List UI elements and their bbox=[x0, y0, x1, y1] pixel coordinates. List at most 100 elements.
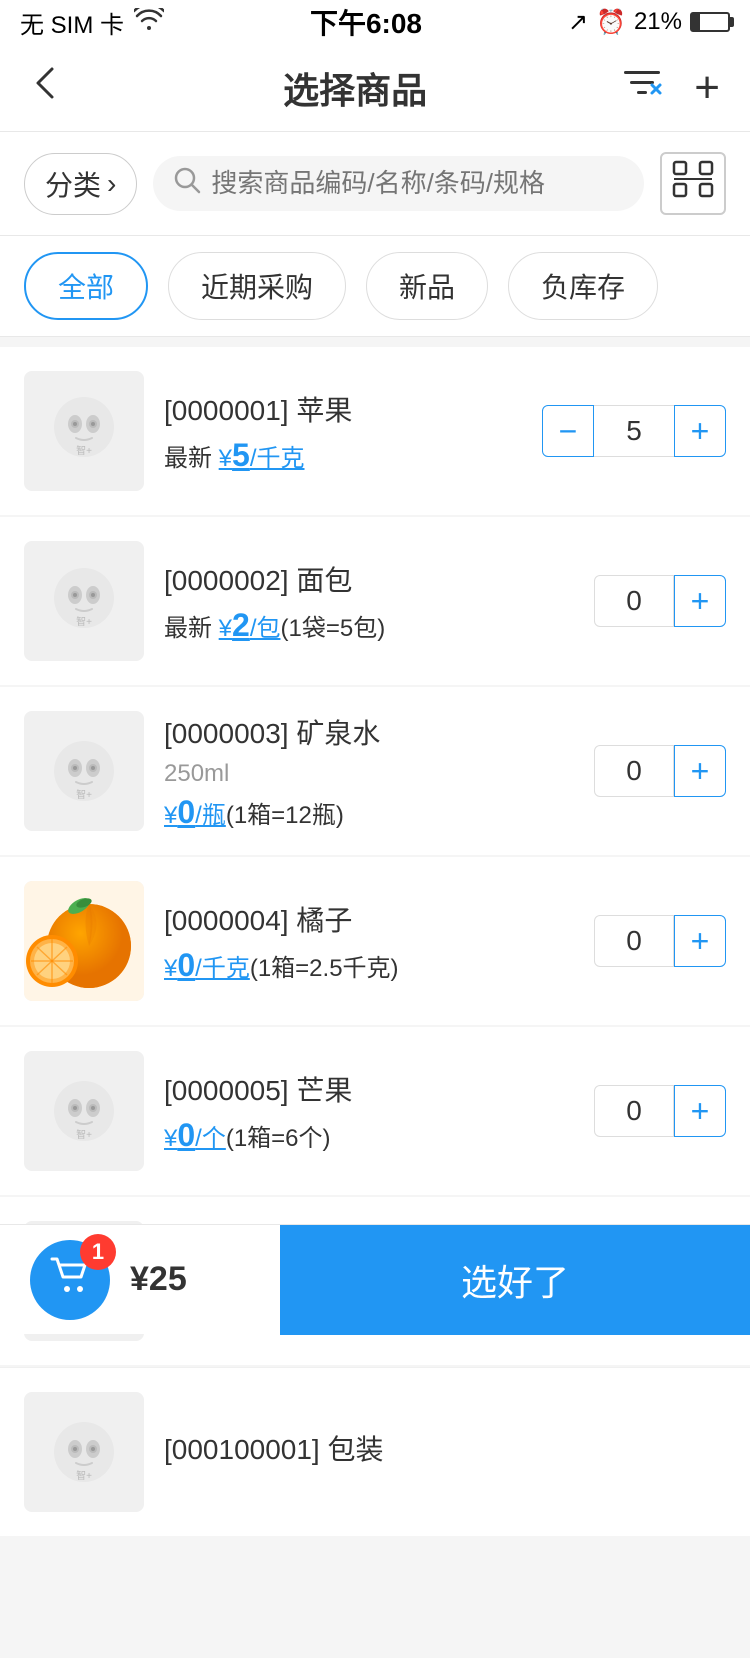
product-price: 最新 ¥5/千克 bbox=[164, 437, 522, 474]
product-price: 最新 ¥2/包(1袋=5包) bbox=[164, 607, 574, 644]
category-label: 分类 bbox=[45, 164, 101, 204]
carrier-text: 无 SIM 卡 bbox=[20, 5, 124, 40]
tab-recent[interactable]: 近期采购 bbox=[168, 252, 346, 320]
price-value: 2 bbox=[232, 607, 250, 643]
search-bar: 分类 › bbox=[0, 132, 750, 236]
cart-total: ¥25 bbox=[130, 1260, 187, 1299]
list-item: 智+ [000100001] 包装 bbox=[0, 1367, 750, 1536]
product-info: [0000001] 苹果 最新 ¥5/千克 bbox=[164, 389, 522, 474]
page-title: 选择商品 bbox=[283, 62, 427, 114]
product-info: [0000002] 面包 最新 ¥2/包(1袋=5包) bbox=[164, 559, 574, 644]
status-time: 下午6:08 bbox=[310, 2, 422, 42]
bottom-bar: 1 ¥25 选好了 bbox=[0, 1224, 750, 1334]
product-spec: 250ml bbox=[164, 760, 574, 788]
battery-icon bbox=[690, 12, 730, 32]
quantity-increase-button[interactable]: + bbox=[674, 745, 726, 797]
quantity-display: 0 bbox=[594, 575, 674, 627]
back-button[interactable] bbox=[30, 61, 90, 115]
svg-text:智+: 智+ bbox=[76, 788, 92, 801]
quantity-increase-button[interactable]: + bbox=[674, 405, 726, 457]
price-value: 0 bbox=[177, 947, 195, 983]
price-label: 最新 bbox=[164, 445, 219, 472]
product-price: ¥0/瓶(1箱=12瓶) bbox=[164, 794, 574, 831]
status-bar: 无 SIM 卡 下午6:08 ↗ ⏰ 21% bbox=[0, 0, 750, 44]
price-unit: /千克 bbox=[195, 955, 250, 982]
quantity-display: 0 bbox=[594, 1085, 674, 1137]
quantity-decrease-button[interactable]: − bbox=[542, 405, 594, 457]
wifi-icon bbox=[134, 8, 164, 37]
search-input-wrap bbox=[153, 156, 644, 211]
battery-text: 21% bbox=[634, 8, 682, 36]
search-input[interactable] bbox=[211, 168, 624, 199]
status-right: ↗ ⏰ 21% bbox=[568, 8, 730, 37]
list-item: 智+ [0000001] 苹果 最新 ¥5/千克 − + bbox=[0, 347, 750, 515]
quantity-increase-button[interactable]: + bbox=[674, 575, 726, 627]
svg-text:智+: 智+ bbox=[76, 444, 92, 457]
list-item: 智+ [0000005] 芒果 ¥0/个(1箱=6个) 0 + bbox=[0, 1027, 750, 1195]
category-arrow-icon: › bbox=[107, 168, 116, 200]
add-button[interactable]: + bbox=[694, 63, 720, 113]
location-icon: ↗ bbox=[568, 8, 588, 37]
category-button[interactable]: 分类 › bbox=[24, 153, 137, 215]
quantity-control: 0 + bbox=[594, 915, 726, 967]
svg-text:智+: 智+ bbox=[76, 1469, 92, 1482]
product-list: 智+ [0000001] 苹果 最新 ¥5/千克 − + bbox=[0, 347, 750, 1536]
quantity-control: 0 + bbox=[594, 575, 726, 627]
quantity-display: 0 bbox=[594, 745, 674, 797]
quantity-display: 0 bbox=[594, 915, 674, 967]
alarm-icon: ⏰ bbox=[596, 8, 626, 37]
confirm-button[interactable]: 选好了 bbox=[280, 1225, 750, 1335]
price-unit-extra: (1箱=6个) bbox=[226, 1125, 331, 1152]
price-symbol: ¥ bbox=[164, 802, 177, 829]
tab-negative[interactable]: 负库存 bbox=[508, 252, 658, 320]
price-symbol: ¥ bbox=[164, 955, 177, 982]
nav-actions: + bbox=[620, 63, 720, 113]
product-image: 智+ bbox=[24, 1392, 144, 1512]
quantity-increase-button[interactable]: + bbox=[674, 1085, 726, 1137]
quantity-input[interactable] bbox=[594, 405, 674, 457]
product-name: [0000004] 橘子 bbox=[164, 899, 574, 939]
product-image: 智+ bbox=[24, 1051, 144, 1171]
list-item: 智+ [0000002] 面包 最新 ¥2/包(1袋=5包) 0 + bbox=[0, 517, 750, 685]
price-value: 0 bbox=[177, 1117, 195, 1153]
product-price: ¥0/个(1箱=6个) bbox=[164, 1117, 574, 1154]
product-name: [0000001] 苹果 bbox=[164, 389, 522, 429]
product-image: 智+ bbox=[24, 711, 144, 831]
svg-text:智+: 智+ bbox=[76, 1128, 92, 1141]
product-name: [000100001] 包装 bbox=[164, 1428, 726, 1468]
price-unit: /个 bbox=[195, 1125, 226, 1152]
price-unit: /千克 bbox=[250, 445, 305, 472]
price-unit: /瓶 bbox=[195, 802, 226, 829]
filter-tabs: 全部 近期采购 新品 负库存 bbox=[0, 236, 750, 337]
product-info: [000100001] 包装 bbox=[164, 1428, 726, 1476]
product-image: 智+ bbox=[24, 371, 144, 491]
product-info: [0000005] 芒果 ¥0/个(1箱=6个) bbox=[164, 1069, 574, 1154]
scan-button[interactable] bbox=[660, 152, 726, 215]
cart-button[interactable]: 1 bbox=[30, 1240, 110, 1320]
product-name: [0000003] 矿泉水 bbox=[164, 712, 574, 752]
status-left: 无 SIM 卡 bbox=[20, 5, 164, 40]
search-icon bbox=[173, 166, 201, 201]
price-value: 0 bbox=[177, 794, 195, 830]
quantity-control: 0 + bbox=[594, 1085, 726, 1137]
tab-new[interactable]: 新品 bbox=[366, 252, 488, 320]
price-label: 最新 bbox=[164, 615, 219, 642]
product-name: [0000005] 芒果 bbox=[164, 1069, 574, 1109]
quantity-control: 0 + bbox=[594, 745, 726, 797]
quantity-increase-button[interactable]: + bbox=[674, 915, 726, 967]
placeholder-logo-icon: 智+ bbox=[49, 563, 119, 640]
price-unit-extra: (1箱=2.5千克) bbox=[250, 955, 399, 982]
price-unit: /包 bbox=[250, 615, 281, 642]
list-item: 智+ [0000003] 矿泉水 250ml ¥0/瓶(1箱=12瓶) 0 + bbox=[0, 687, 750, 855]
svg-text:智+: 智+ bbox=[76, 615, 92, 628]
filter-icon[interactable] bbox=[620, 65, 664, 110]
price-value: 5 bbox=[232, 437, 250, 473]
list-item: [0000004] 橘子 ¥0/千克(1箱=2.5千克) 0 + bbox=[0, 857, 750, 1025]
tab-all[interactable]: 全部 bbox=[24, 252, 148, 320]
placeholder-logo-icon: 智+ bbox=[49, 392, 119, 470]
product-image bbox=[24, 881, 144, 1001]
cart-badge: 1 bbox=[80, 1234, 116, 1270]
product-info: [0000004] 橘子 ¥0/千克(1箱=2.5千克) bbox=[164, 899, 574, 984]
product-info: [0000003] 矿泉水 250ml ¥0/瓶(1箱=12瓶) bbox=[164, 712, 574, 831]
price-unit-extra: (1袋=5包) bbox=[281, 615, 386, 642]
